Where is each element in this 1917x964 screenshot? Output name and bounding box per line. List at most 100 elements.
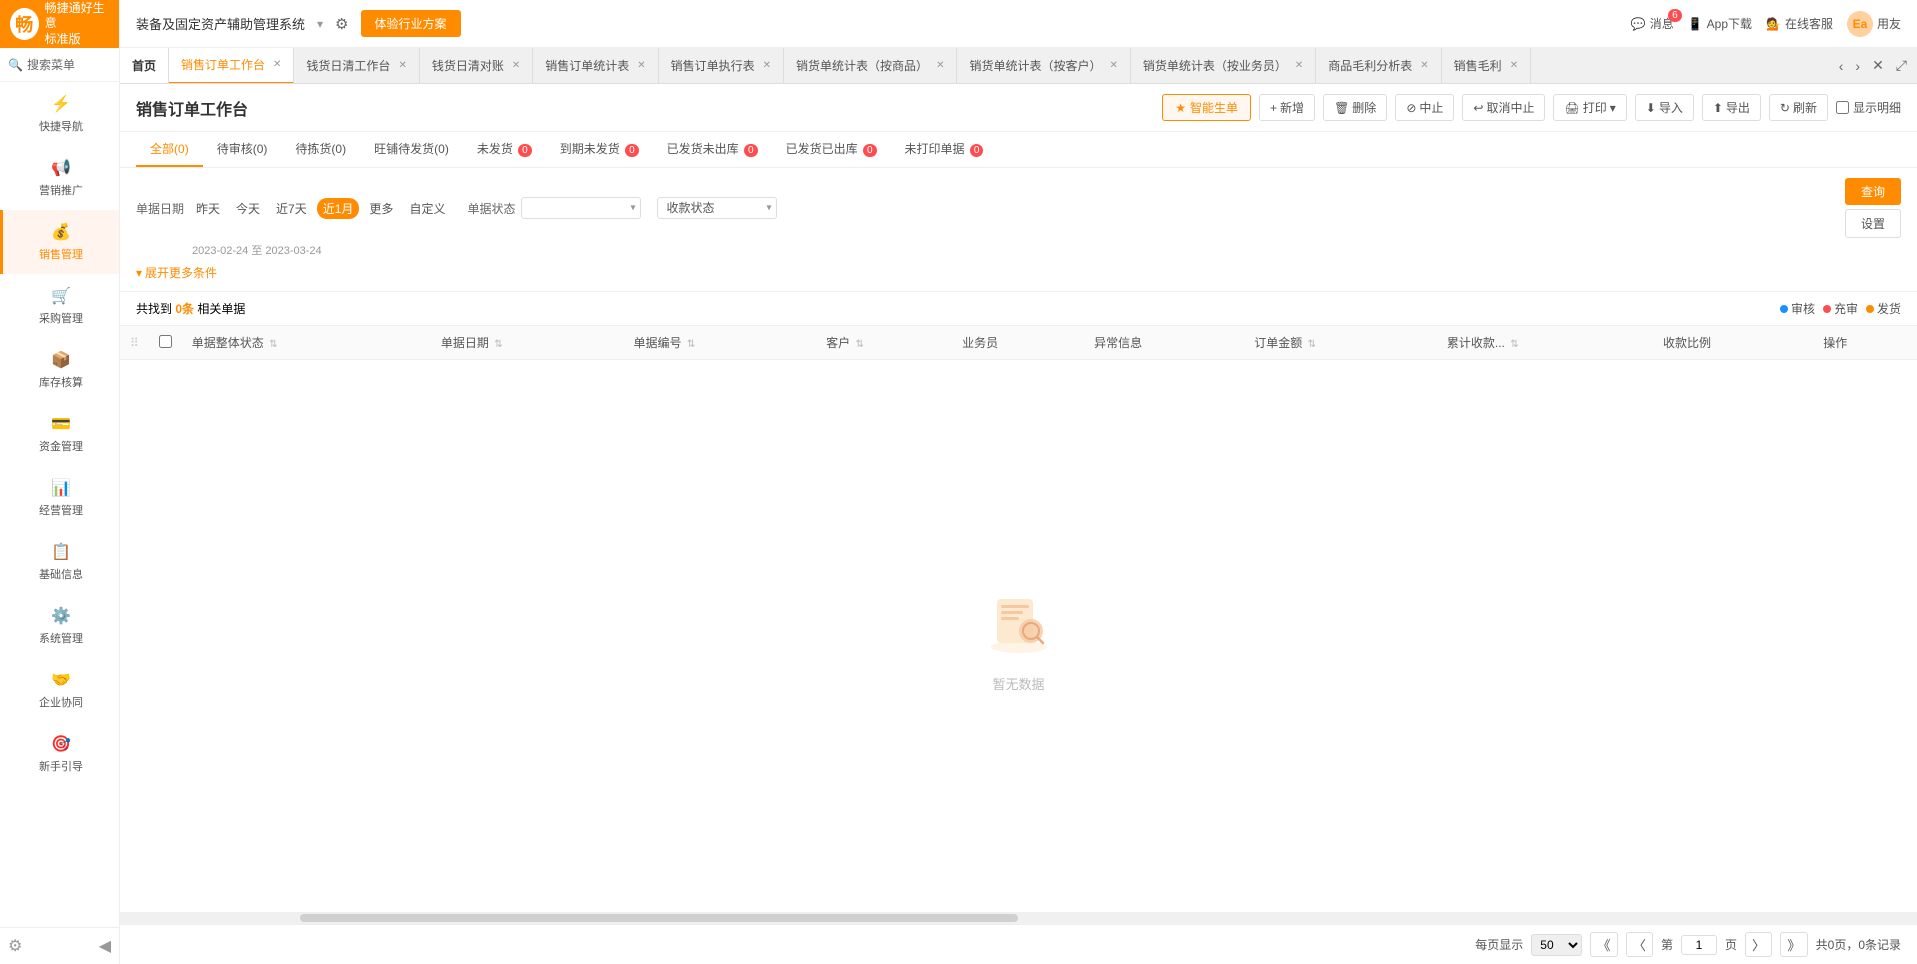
sidebar-item-purchase[interactable]: 🛒 采购管理 — [0, 274, 119, 338]
scroll-thumb[interactable] — [300, 914, 1019, 922]
tab-next-btn[interactable]: › — [1851, 56, 1864, 76]
date-today[interactable]: 今天 — [230, 198, 266, 219]
tab-goods-stat-product[interactable]: 销货单统计表（按商品） ✕ — [784, 48, 957, 84]
solution-button[interactable]: 体验行业方案 — [361, 10, 461, 37]
export-button[interactable]: ⬆ 导出 — [1702, 94, 1761, 121]
header-actions: ★ 智能生单 + 新增 🗑 删除 ⊘ 中止 ↩ 取消中止 — [1162, 94, 1901, 121]
tab-gross-analysis[interactable]: 商品毛利分析表 ✕ — [1316, 48, 1441, 84]
sub-tab-pending-pickup[interactable]: 待拣货(0) — [281, 132, 360, 167]
tab-sales-workbench[interactable]: 销售订单工作台 ✕ — [169, 48, 294, 84]
tab-sales-stat[interactable]: 销售订单统计表 ✕ — [533, 48, 658, 84]
payment-select[interactable]: 收款状态 — [657, 197, 777, 219]
add-button[interactable]: + 新增 — [1259, 94, 1315, 121]
sidebar-item-sales[interactable]: 💰 销售管理 — [0, 210, 119, 274]
status-select[interactable] — [521, 197, 641, 219]
tab-close-sales-exec[interactable]: ✕ — [763, 60, 771, 71]
sidebar-item-system[interactable]: ⚙️ 系统管理 — [0, 594, 119, 658]
tab-close-gross-analysis[interactable]: ✕ — [1420, 60, 1428, 71]
sidebar-item-operation[interactable]: 📊 经营管理 — [0, 466, 119, 530]
query-button[interactable]: 查询 — [1845, 178, 1901, 205]
tab-close-goods-stat-customer[interactable]: ✕ — [1109, 60, 1117, 71]
tab-close-goods-stat-staff[interactable]: ✕ — [1295, 60, 1303, 71]
sub-tab-pending-review[interactable]: 待审核(0) — [203, 132, 282, 167]
first-page-btn[interactable]: 《 — [1590, 932, 1617, 957]
prev-page-btn[interactable]: 〈 — [1626, 932, 1653, 957]
tab-close-cash-reconcile[interactable]: ✕ — [512, 60, 520, 71]
col-customer: 客户 ⇅ — [816, 326, 952, 360]
show-detail-checkbox[interactable]: 显示明细 — [1836, 99, 1901, 116]
sub-tab-not-shipped[interactable]: 未发货 0 — [463, 132, 546, 167]
tab-home[interactable]: 首页 — [120, 48, 169, 84]
sidebar-item-quick-nav[interactable]: ⚡ 快捷导航 — [0, 82, 119, 146]
show-detail-input[interactable] — [1836, 101, 1849, 114]
delete-button[interactable]: 🗑 删除 — [1323, 94, 1387, 121]
sort-number-icon[interactable]: ⇅ — [687, 339, 695, 350]
print-caret-icon: ▾ — [1610, 101, 1616, 115]
tab-close-sales-stat[interactable]: ✕ — [637, 60, 645, 71]
table-header-row: ⠿ 单据整体状态 ⇅ 单据日期 ⇅ — [120, 326, 1917, 360]
date-1month[interactable]: 近1月 — [317, 198, 360, 219]
sub-tab-not-printed[interactable]: 未打印单据 0 — [891, 132, 998, 167]
user-area[interactable]: Ea 用友 — [1847, 11, 1901, 37]
topbar-settings-icon[interactable]: ⚙ — [335, 15, 348, 33]
review-action-btn[interactable]: 审核 — [1780, 300, 1815, 317]
date-yesterday[interactable]: 昨天 — [190, 198, 226, 219]
smart-order-button[interactable]: ★ 智能生单 — [1162, 94, 1251, 121]
message-icon-btn[interactable]: 💬 消息 6 — [1631, 15, 1674, 32]
sidebar-item-basic[interactable]: 📋 基础信息 — [0, 530, 119, 594]
sub-tab-wangpu[interactable]: 旺铺待发货(0) — [360, 132, 463, 167]
sort-status-icon[interactable]: ⇅ — [269, 339, 277, 350]
tab-close-sales-huo[interactable]: ✕ — [1510, 60, 1518, 71]
tab-sales-huo[interactable]: 销售毛利 ✕ — [1442, 48, 1531, 84]
tab-goods-stat-customer[interactable]: 销货单统计表（按客户） ✕ — [957, 48, 1130, 84]
expand-filter-button[interactable]: ▾ 展开更多条件 — [136, 264, 217, 281]
cancel-stop-button[interactable]: ↩ 取消中止 — [1462, 94, 1545, 121]
sidebar-item-coop[interactable]: 🤝 企业协同 — [0, 658, 119, 722]
horizontal-scrollbar[interactable] — [120, 912, 1917, 924]
sub-tab-all[interactable]: 全部(0) — [136, 132, 203, 167]
sub-tab-expired-not-shipped[interactable]: 到期未发货 0 — [546, 132, 653, 167]
setting-button[interactable]: 设置 — [1845, 209, 1901, 238]
sidebar-item-inventory[interactable]: 📦 库存核算 — [0, 338, 119, 402]
sort-amount-icon[interactable]: ⇅ — [1308, 339, 1316, 350]
topbar-caret-icon[interactable]: ▾ — [317, 17, 323, 31]
sub-tab-shipped-out[interactable]: 已发货已出库 0 — [772, 132, 891, 167]
app-download-btn[interactable]: 📱 App下载 — [1688, 15, 1752, 32]
sidebar-item-finance[interactable]: 💳 资金管理 — [0, 402, 119, 466]
date-custom[interactable]: 自定义 — [403, 198, 451, 219]
stop-button[interactable]: ⊘ 中止 — [1395, 94, 1454, 121]
tab-cash-reconcile[interactable]: 钱货日清对账 ✕ — [420, 48, 533, 84]
page-size-select[interactable]: 50 10 20 100 — [1531, 934, 1582, 956]
sub-tab-shipped-not-out[interactable]: 已发货未出库 0 — [653, 132, 772, 167]
select-all-checkbox[interactable] — [159, 335, 172, 348]
sidebar-search[interactable]: 🔍 搜索菜单 — [0, 48, 119, 82]
settings-icon[interactable]: ⚙ — [8, 936, 22, 956]
ship-action-btn[interactable]: 发货 — [1866, 300, 1901, 317]
sidebar-item-guide[interactable]: 🎯 新手引导 — [0, 722, 119, 786]
import-button[interactable]: ⬇ 导入 — [1635, 94, 1694, 121]
cancel-review-action-btn[interactable]: 充审 — [1823, 300, 1858, 317]
tab-sales-exec[interactable]: 销售订单执行表 ✕ — [659, 48, 784, 84]
sort-customer-icon[interactable]: ⇅ — [855, 339, 863, 350]
tab-close-cash-daily[interactable]: ✕ — [398, 60, 406, 71]
tab-close-sales-workbench[interactable]: ✕ — [273, 59, 281, 70]
last-page-btn[interactable]: 》 — [1780, 932, 1807, 957]
sort-collected-icon[interactable]: ⇅ — [1510, 339, 1518, 350]
tab-close-all-btn[interactable]: ✕ — [1868, 55, 1888, 76]
tab-expand-btn[interactable]: ⤢ — [1892, 55, 1911, 76]
table-scroll-container[interactable]: ⠿ 单据整体状态 ⇅ 单据日期 ⇅ — [120, 326, 1917, 912]
refresh-button[interactable]: ↻ 刷新 — [1769, 94, 1828, 121]
date-7days[interactable]: 近7天 — [270, 198, 313, 219]
next-page-btn[interactable]: 〉 — [1745, 932, 1772, 957]
print-button[interactable]: 🖨 打印 ▾ — [1553, 94, 1626, 121]
date-more[interactable]: 更多 — [363, 198, 399, 219]
tab-goods-stat-staff[interactable]: 销货单统计表（按业务员） ✕ — [1131, 48, 1316, 84]
collapse-icon[interactable]: ◀ — [99, 936, 111, 956]
sidebar-item-marketing[interactable]: 📢 营销推广 — [0, 146, 119, 210]
online-service-btn[interactable]: 💁 在线客服 — [1766, 15, 1833, 32]
sort-date-icon[interactable]: ⇅ — [494, 339, 502, 350]
tab-close-goods-stat-product[interactable]: ✕ — [936, 60, 944, 71]
tab-prev-btn[interactable]: ‹ — [1835, 56, 1848, 76]
tab-cash-daily[interactable]: 钱货日清工作台 ✕ — [294, 48, 419, 84]
page-input[interactable] — [1681, 935, 1717, 955]
